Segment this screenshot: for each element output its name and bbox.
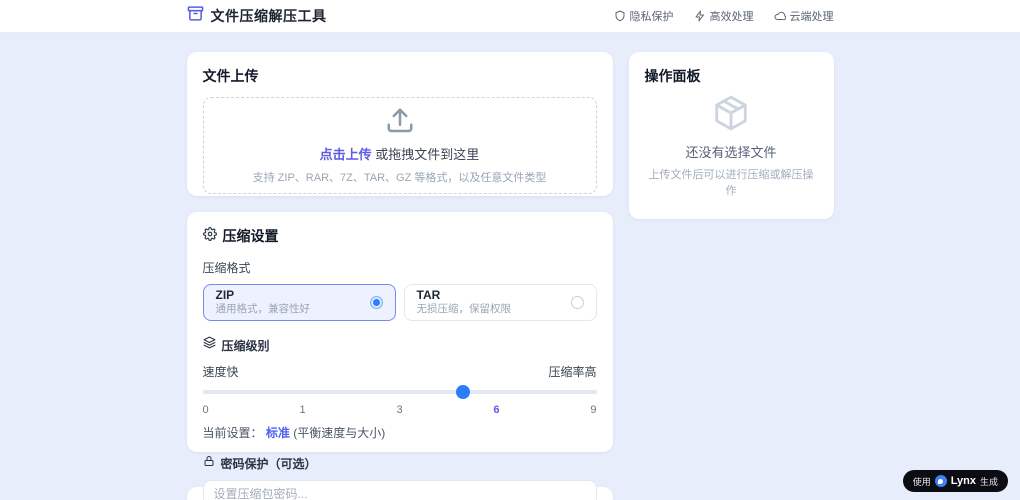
feature-cloud-label: 云端处理	[789, 11, 834, 23]
panel-empty-state: 还没有选择文件 上传文件后可以进行压缩或解压操作	[645, 86, 818, 205]
format-option-zip[interactable]: ZIP 通用格式，兼容性好	[202, 284, 396, 321]
compression-settings-card: 压缩设置 压缩格式 ZIP 通用格式，兼容性好 TAR 无损压缩，保留权限 压缩…	[186, 212, 613, 500]
slider-thumb[interactable]	[456, 385, 471, 399]
lynx-logo-icon	[934, 475, 947, 487]
gear-icon	[202, 226, 217, 246]
package-icon	[712, 94, 750, 142]
empty-state-title: 还没有选择文件	[685, 144, 777, 160]
made-with-lynx-badge[interactable]: 使用 Lynx 生成	[902, 470, 1008, 492]
level-label: 压缩级别	[221, 338, 270, 353]
current-setting-prefix: 当前设置：	[202, 426, 266, 440]
format-tar-desc: 无损压缩，保留权限	[416, 303, 512, 316]
badge-brand: Lynx	[950, 475, 976, 487]
click-upload-link[interactable]: 点击上传	[320, 147, 372, 162]
left-column: 文件上传 点击上传 或拖拽文件到这里 支持 ZIP、RAR、7Z、TAR、GZ …	[186, 52, 613, 500]
drag-hint-text: 或拖拽文件到这里	[371, 147, 480, 162]
feature-cloud: 云端处理	[774, 8, 834, 24]
feature-privacy-label: 隐私保护	[629, 11, 674, 23]
slider-track[interactable]	[202, 390, 597, 394]
cloud-icon	[774, 10, 786, 22]
empty-state-description: 上传文件后可以进行压缩或解压操作	[648, 168, 814, 197]
header-features: 隐私保护 高效处理 云端处理	[614, 8, 834, 24]
current-setting-value: 标准	[265, 426, 290, 440]
dropzone-text: 点击上传 或拖拽文件到这里	[320, 144, 480, 163]
tick-1: 1	[299, 404, 306, 416]
tick-9: 9	[590, 404, 597, 416]
format-zip-desc: 通用格式，兼容性好	[215, 303, 311, 316]
slider-left-label: 速度快	[202, 365, 239, 379]
main-content: 文件上传 点击上传 或拖拽文件到这里 支持 ZIP、RAR、7Z、TAR、GZ …	[0, 33, 1020, 500]
radio-tar-unchecked[interactable]	[570, 296, 584, 309]
badge-suffix: 生成	[979, 476, 998, 487]
app-title: 文件压缩解压工具	[210, 8, 327, 24]
operation-panel-card: 操作面板 还没有选择文件 上传文件后可以进行压缩或解压操作	[628, 52, 834, 219]
compression-level-slider[interactable]	[202, 385, 597, 399]
format-label: 压缩格式	[202, 261, 251, 275]
right-column: 操作面板 还没有选择文件 上传文件后可以进行压缩或解压操作	[628, 52, 834, 219]
upload-icon	[385, 106, 415, 144]
radio-zip-checked[interactable]	[369, 296, 383, 309]
password-label: 密码保护（可选）	[220, 456, 317, 471]
feature-speed-label: 高效处理	[709, 11, 754, 23]
current-setting-suffix: (平衡速度与大小)	[289, 426, 386, 440]
settings-card-title: 压缩设置	[222, 228, 279, 244]
current-setting-line: 当前设置： 标准 (平衡速度与大小)	[203, 424, 597, 441]
archive-logo-icon	[187, 5, 204, 27]
lock-icon	[203, 454, 215, 472]
upload-card: 文件上传 点击上传 或拖拽文件到这里 支持 ZIP、RAR、7Z、TAR、GZ …	[186, 52, 613, 196]
supported-formats-hint: 支持 ZIP、RAR、7Z、TAR、GZ 等格式，以及任意文件类型	[252, 172, 547, 184]
tick-0: 0	[202, 404, 209, 416]
feature-speed: 高效处理	[694, 8, 754, 24]
panel-title: 操作面板	[644, 68, 701, 84]
layers-icon	[203, 336, 216, 354]
badge-prefix: 使用	[912, 476, 931, 487]
feature-privacy: 隐私保护	[614, 8, 674, 24]
password-input[interactable]	[202, 480, 597, 500]
shield-icon	[614, 10, 626, 22]
app-brand: 文件压缩解压工具	[187, 5, 327, 27]
app-header: 文件压缩解压工具 隐私保护 高效处理 云端处理	[0, 0, 1020, 33]
format-options: ZIP 通用格式，兼容性好 TAR 无损压缩，保留权限	[202, 284, 597, 321]
slider-ticks: 0 1 3 6 9	[203, 404, 597, 416]
format-tar-name: TAR	[416, 288, 441, 303]
tick-3: 3	[396, 404, 403, 416]
upload-card-title: 文件上传	[202, 68, 259, 84]
format-option-tar[interactable]: TAR 无损压缩，保留权限	[403, 284, 597, 321]
slider-right-label: 压缩率高	[548, 365, 597, 379]
format-zip-name: ZIP	[215, 288, 235, 303]
file-dropzone[interactable]: 点击上传 或拖拽文件到这里 支持 ZIP、RAR、7Z、TAR、GZ 等格式，以…	[202, 97, 597, 194]
tick-6-active: 6	[493, 404, 500, 416]
zap-icon	[694, 10, 706, 22]
